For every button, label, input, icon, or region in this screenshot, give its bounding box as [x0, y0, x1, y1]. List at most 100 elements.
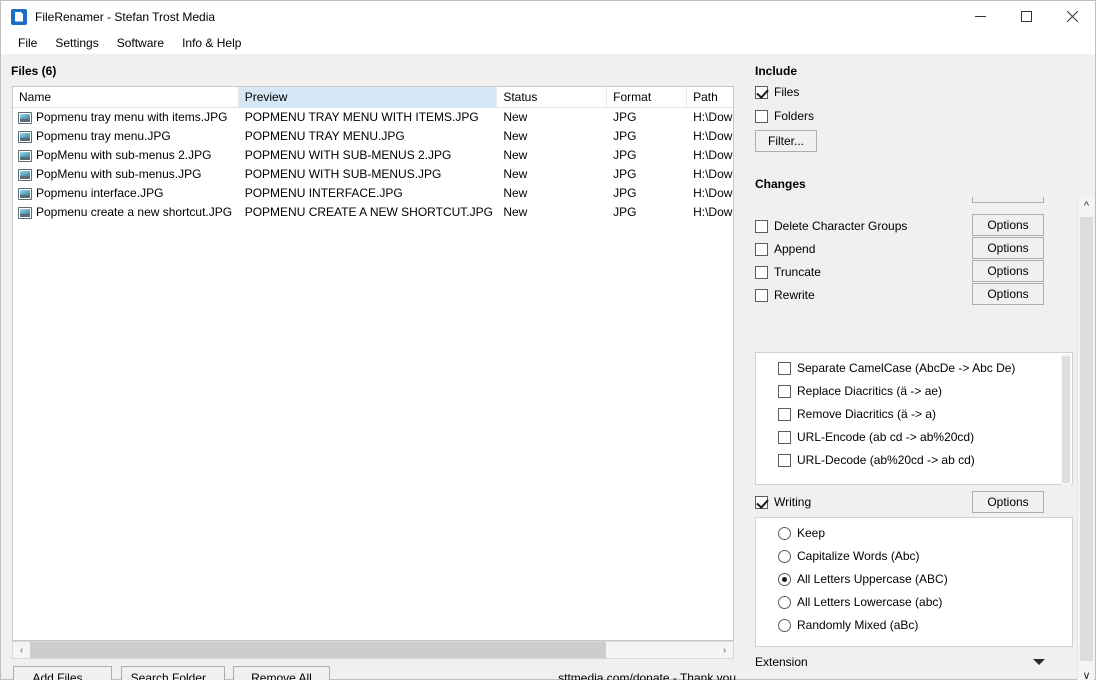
randomly-mixed-radio[interactable] [778, 618, 791, 632]
file-name-text: Popmenu tray menu with items.JPG [36, 110, 228, 124]
remove-all-button[interactable]: Remove All [233, 666, 330, 680]
table-row[interactable]: Popmenu tray menu with items.JPG POPMENU … [13, 108, 733, 127]
search-folder-button[interactable]: Search Folder... [121, 666, 225, 680]
rewrite-suboptions-panel: Separate CamelCase (AbcDe -> Abc De) Rep… [755, 352, 1073, 485]
suboption-url-encode[interactable]: URL-Encode (ab cd -> ab%20cd) [778, 430, 974, 444]
scroll-right-icon[interactable]: › [716, 642, 733, 658]
url-encode-checkbox[interactable] [778, 430, 791, 444]
file-name-text: PopMenu with sub-menus 2.JPG [36, 148, 212, 162]
menu-item-settings[interactable]: Settings [46, 34, 107, 52]
writing-choice-all-lowercase[interactable]: All Letters Lowercase (abc) [778, 595, 942, 609]
writing-choice-randomly-mixed[interactable]: Randomly Mixed (aBc) [778, 618, 918, 632]
column-header-path[interactable]: Path [687, 87, 733, 108]
options-button-truncate[interactable]: Options [972, 260, 1044, 282]
menu-item-info-help[interactable]: Info & Help [173, 34, 250, 52]
column-header-format[interactable]: Format [607, 87, 688, 108]
scroll-down-icon[interactable]: ∨ [1078, 667, 1095, 680]
cell-format: JPG [613, 186, 637, 200]
table-row[interactable]: Popmenu create a new shortcut.JPG POPMENU… [13, 203, 733, 222]
suboption-replace-diacritics[interactable]: Replace Diacritics (ä -> ae) [778, 384, 942, 398]
keep-radio[interactable] [778, 526, 791, 540]
change-row-rewrite[interactable]: Rewrite [755, 288, 815, 302]
cell-path: H:\Dow [693, 205, 733, 219]
cell-status: New [503, 110, 528, 124]
change-row-truncate[interactable]: Truncate [755, 265, 821, 279]
include-folders-checkbox[interactable] [755, 109, 768, 123]
file-list-header: Name Preview Status Format Path [13, 87, 733, 108]
capitalize-words-label: Capitalize Words (Abc) [797, 549, 920, 563]
change-row-delete-character-groups[interactable]: Delete Character Groups [755, 219, 907, 233]
donate-link[interactable]: sttmedia.com/donate - Thank you [421, 666, 741, 680]
menu-item-file[interactable]: File [9, 34, 46, 52]
clipped-options-button[interactable] [972, 197, 1044, 203]
image-file-icon [18, 187, 32, 200]
suboption-separate-camelcase[interactable]: Separate CamelCase (AbcDe -> Abc De) [778, 361, 1015, 375]
cell-status: New [503, 186, 528, 200]
writing-choice-capitalize-words[interactable]: Capitalize Words (Abc) [778, 549, 919, 563]
cell-name: Popmenu tray menu.JPG [13, 127, 239, 146]
column-header-status[interactable]: Status [497, 87, 608, 108]
truncate-checkbox[interactable] [755, 265, 768, 279]
suboption-remove-diacritics[interactable]: Remove Diacritics (ä -> a) [778, 407, 936, 421]
maximize-icon[interactable] [1003, 1, 1049, 32]
writing-label: Writing [774, 495, 812, 509]
delete-character-groups-checkbox[interactable] [755, 219, 768, 233]
cell-preview: POPMENU INTERFACE.JPG [244, 186, 403, 200]
table-row[interactable]: PopMenu with sub-menus 2.JPG POPMENU WITH… [13, 146, 733, 165]
file-list-horizontal-scrollbar[interactable]: ‹ › [12, 641, 734, 659]
writing-choice-all-uppercase[interactable]: All Letters Uppercase (ABC) [778, 572, 948, 586]
scroll-up-icon[interactable]: ^ [1078, 197, 1095, 214]
minimize-icon[interactable] [957, 1, 1003, 32]
include-files-checkbox[interactable] [755, 85, 768, 99]
options-button-append[interactable]: Options [972, 237, 1044, 259]
cell-preview: POPMENU TRAY MENU.JPG [244, 129, 405, 143]
close-icon[interactable] [1049, 1, 1095, 32]
capitalize-words-radio[interactable] [778, 549, 791, 563]
hscroll-thumb[interactable] [30, 642, 606, 658]
all-letters-uppercase-radio[interactable] [778, 572, 791, 586]
all-letters-lowercase-radio[interactable] [778, 595, 791, 609]
separate-camelcase-checkbox[interactable] [778, 361, 791, 375]
url-decode-checkbox[interactable] [778, 453, 791, 467]
main-body: Files (6) Name Preview Status Format Pat… [1, 54, 1095, 680]
include-files-row[interactable]: Files [755, 85, 799, 99]
include-folders-row[interactable]: Folders [755, 109, 814, 123]
file-name-text: PopMenu with sub-menus.JPG [36, 167, 202, 181]
column-header-preview[interactable]: Preview [238, 87, 498, 108]
column-header-name[interactable]: Name [13, 87, 239, 108]
suboption-url-decode[interactable]: URL-Decode (ab%20cd -> ab cd) [778, 453, 975, 467]
rewrite-checkbox[interactable] [755, 288, 768, 302]
files-count-label: Files (6) [11, 64, 57, 78]
changes-scroll-thumb[interactable] [1080, 217, 1093, 661]
options-button-writing[interactable]: Options [972, 491, 1044, 513]
append-checkbox[interactable] [755, 242, 768, 256]
table-row[interactable]: PopMenu with sub-menus.JPG POPMENU WITH S… [13, 165, 733, 184]
change-row-append[interactable]: Append [755, 242, 815, 256]
cell-name: PopMenu with sub-menus.JPG [13, 165, 239, 184]
rewrite-subpanel-scrollbar[interactable] [1061, 354, 1071, 485]
writing-choice-keep[interactable]: Keep [778, 526, 825, 540]
filter-button[interactable]: Filter... [755, 130, 817, 152]
cell-status: New [503, 129, 528, 143]
writing-checkbox[interactable] [755, 495, 768, 509]
image-file-icon [18, 168, 32, 181]
image-file-icon [18, 149, 32, 162]
table-row[interactable]: Popmenu tray menu.JPG POPMENU TRAY MENU.J… [13, 127, 733, 146]
section-extension[interactable]: Extension [755, 652, 1055, 672]
include-files-label: Files [774, 85, 800, 99]
file-list[interactable]: Name Preview Status Format Path Popmenu … [12, 86, 734, 641]
options-button-delete-character-groups[interactable]: Options [972, 214, 1044, 236]
chevron-down-icon[interactable] [1033, 659, 1045, 665]
clipped-change-row[interactable] [753, 197, 1075, 203]
scroll-left-icon[interactable]: ‹ [13, 642, 30, 658]
options-button-rewrite[interactable]: Options [972, 283, 1044, 305]
hscroll-track[interactable] [30, 642, 716, 658]
cell-name: PopMenu with sub-menus 2.JPG [13, 146, 239, 165]
add-files-button[interactable]: Add Files... [13, 666, 112, 680]
menu-item-software[interactable]: Software [108, 34, 173, 52]
rewrite-subpanel-scroll-thumb[interactable] [1062, 356, 1070, 483]
replace-diacritics-checkbox[interactable] [778, 384, 791, 398]
table-row[interactable]: Popmenu interface.JPG POPMENU INTERFACE.J… [13, 184, 733, 203]
remove-diacritics-checkbox[interactable] [778, 407, 791, 421]
changes-vertical-scrollbar[interactable]: ^ ∨ [1077, 197, 1094, 680]
